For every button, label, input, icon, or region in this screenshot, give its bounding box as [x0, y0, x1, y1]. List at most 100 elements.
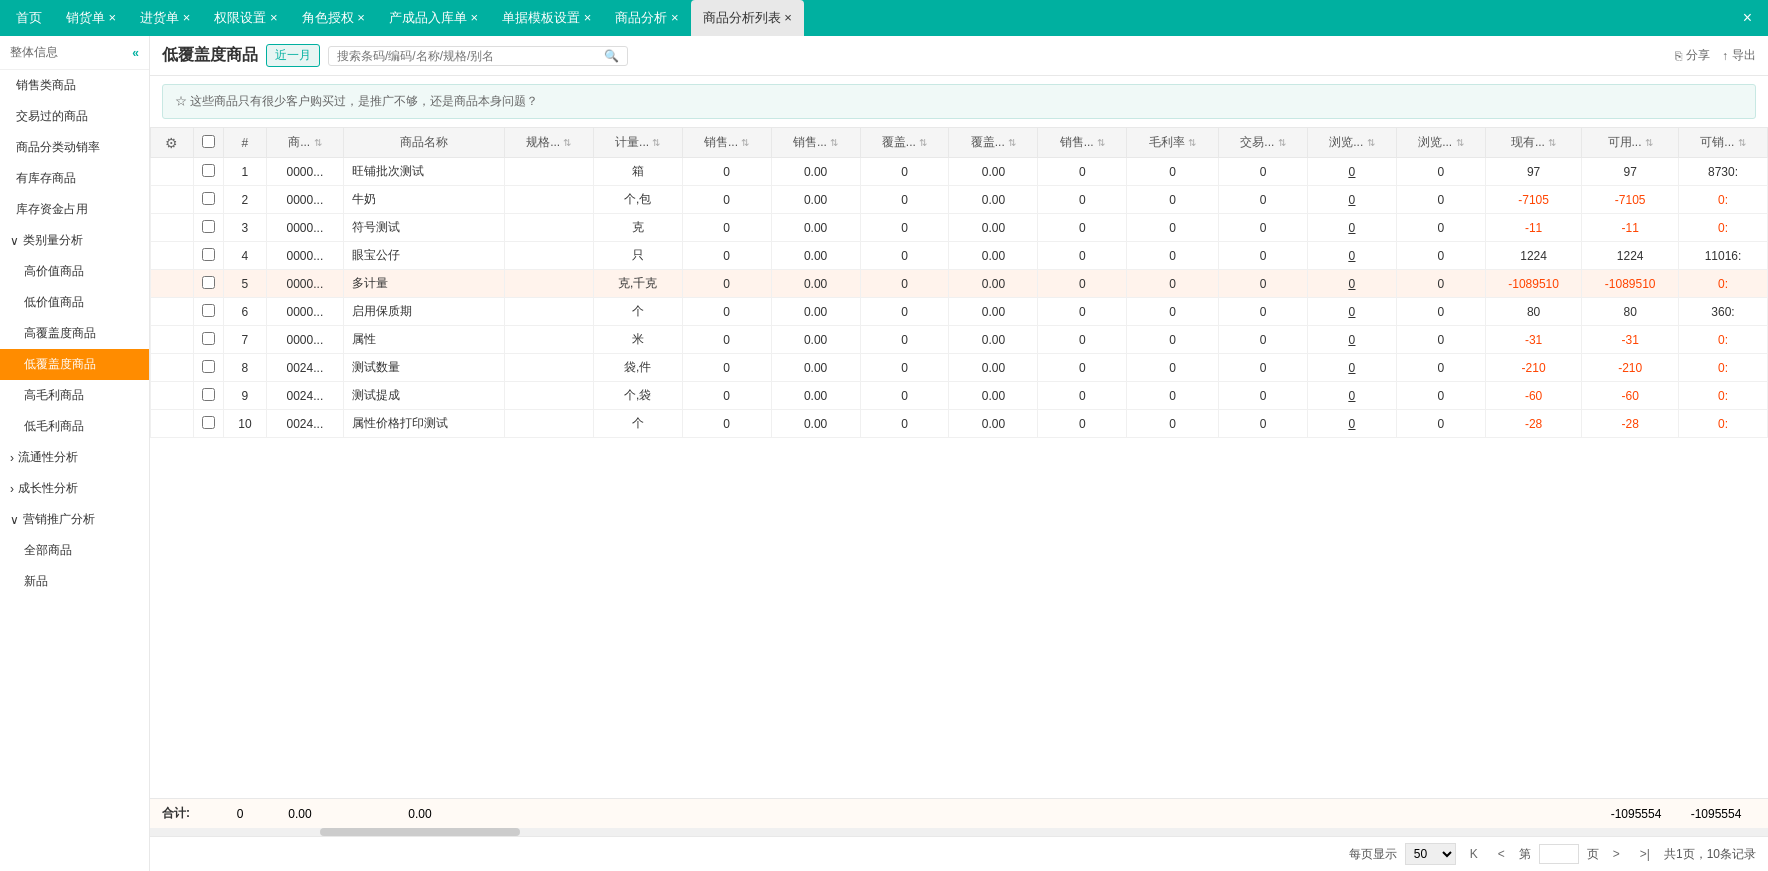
- sidebar-collapse-icon[interactable]: «: [132, 46, 139, 60]
- row-gear-2: [151, 214, 194, 242]
- th-spec[interactable]: 规格... ⇅: [504, 128, 593, 158]
- nav-home[interactable]: 首页: [4, 0, 54, 36]
- th-sales3[interactable]: 销售... ⇅: [1038, 128, 1127, 158]
- row-code-2: 0000...: [267, 214, 344, 242]
- search-input[interactable]: [337, 49, 604, 63]
- sidebar-group-marketing[interactable]: ∨ 营销推广分析: [0, 504, 149, 535]
- row-checkbox-2[interactable]: [193, 214, 223, 242]
- row-available-8: -60: [1582, 382, 1679, 410]
- row-checkbox-7[interactable]: [193, 354, 223, 382]
- row-unit-3: 只: [593, 242, 682, 270]
- row-checkbox-1[interactable]: [193, 186, 223, 214]
- th-unit[interactable]: 计量... ⇅: [593, 128, 682, 158]
- th-sales2[interactable]: 销售... ⇅: [771, 128, 860, 158]
- share-button[interactable]: ⎘ 分享: [1675, 47, 1710, 64]
- select-all-checkbox[interactable]: [202, 135, 215, 148]
- sidebar-item-high-coverage[interactable]: 高覆盖度商品: [0, 318, 149, 349]
- th-cover2[interactable]: 覆盖... ⇅: [949, 128, 1038, 158]
- row-check-3[interactable]: [202, 248, 215, 261]
- row-checkbox-0[interactable]: [193, 158, 223, 186]
- nav-analysis[interactable]: 商品分析 ×: [603, 0, 690, 36]
- prev-prev-button[interactable]: K: [1464, 845, 1484, 863]
- row-check-7[interactable]: [202, 360, 215, 373]
- sidebar-group-growth[interactable]: › 成长性分析: [0, 473, 149, 504]
- row-code-3: 0000...: [267, 242, 344, 270]
- row-check-4[interactable]: [202, 276, 215, 289]
- th-cover1[interactable]: 覆盖... ⇅: [860, 128, 949, 158]
- gear-icon[interactable]: ⚙: [165, 135, 178, 151]
- row-check-8[interactable]: [202, 388, 215, 401]
- row-check-5[interactable]: [202, 304, 215, 317]
- sidebar-item-all-goods[interactable]: 全部商品: [0, 535, 149, 566]
- nav-analysis-list[interactable]: 商品分析列表 ×: [691, 0, 804, 36]
- nav-template[interactable]: 单据模板设置 ×: [490, 0, 603, 36]
- sidebar-item-high-gross[interactable]: 高毛利商品: [0, 380, 149, 411]
- row-check-0[interactable]: [202, 164, 215, 177]
- sidebar-item-low-value[interactable]: 低价值商品: [0, 287, 149, 318]
- row-browse1-6[interactable]: 0: [1307, 326, 1396, 354]
- th-code[interactable]: 商... ⇅: [267, 128, 344, 158]
- prev-button[interactable]: <: [1492, 845, 1511, 863]
- th-sellable[interactable]: 可销... ⇅: [1678, 128, 1767, 158]
- nav-warehouse[interactable]: 产成品入库单 ×: [377, 0, 490, 36]
- row-browse1-8[interactable]: 0: [1307, 382, 1396, 410]
- sidebar-item-stocked-goods[interactable]: 有库存商品: [0, 163, 149, 194]
- sidebar-item-inventory-capital[interactable]: 库存资金占用: [0, 194, 149, 225]
- th-trans[interactable]: 交易... ⇅: [1219, 128, 1308, 158]
- row-browse1-2[interactable]: 0: [1307, 214, 1396, 242]
- sidebar-item-traded-goods[interactable]: 交易过的商品: [0, 101, 149, 132]
- nav-sales[interactable]: 销货单 ×: [54, 0, 128, 36]
- row-checkbox-9[interactable]: [193, 410, 223, 438]
- row-browse1-4[interactable]: 0: [1307, 270, 1396, 298]
- row-cover2-0: 0.00: [949, 158, 1038, 186]
- next-label: 页: [1587, 846, 1599, 863]
- sidebar-item-low-gross[interactable]: 低毛利商品: [0, 411, 149, 442]
- th-name[interactable]: 商品名称: [343, 128, 504, 158]
- time-filter-button[interactable]: 近一月: [266, 44, 320, 67]
- row-browse1-7[interactable]: 0: [1307, 354, 1396, 382]
- row-check-2[interactable]: [202, 220, 215, 233]
- row-checkbox-3[interactable]: [193, 242, 223, 270]
- row-browse1-9[interactable]: 0: [1307, 410, 1396, 438]
- nav-purchase[interactable]: 进货单 ×: [128, 0, 202, 36]
- th-browse1[interactable]: 浏览... ⇅: [1307, 128, 1396, 158]
- nav-permission[interactable]: 权限设置 ×: [202, 0, 289, 36]
- th-num[interactable]: #: [223, 128, 266, 158]
- next-next-button[interactable]: >|: [1634, 845, 1656, 863]
- row-check-1[interactable]: [202, 192, 215, 205]
- nav-close-button[interactable]: ×: [1731, 9, 1764, 27]
- sidebar-item-new-goods[interactable]: 新品: [0, 566, 149, 597]
- th-gross[interactable]: 毛利率 ⇅: [1127, 128, 1219, 158]
- scrollbar-thumb[interactable]: [320, 828, 520, 836]
- th-sales1[interactable]: 销售... ⇅: [682, 128, 771, 158]
- row-browse2-3: 0: [1396, 242, 1485, 270]
- th-current[interactable]: 现有... ⇅: [1485, 128, 1582, 158]
- row-checkbox-5[interactable]: [193, 298, 223, 326]
- sidebar-group-flow[interactable]: › 流通性分析: [0, 442, 149, 473]
- row-check-9[interactable]: [202, 416, 215, 429]
- row-check-6[interactable]: [202, 332, 215, 345]
- row-browse1-3[interactable]: 0: [1307, 242, 1396, 270]
- nav-role[interactable]: 角色授权 ×: [290, 0, 377, 36]
- row-checkbox-8[interactable]: [193, 382, 223, 410]
- row-checkbox-6[interactable]: [193, 326, 223, 354]
- row-browse1-1[interactable]: 0: [1307, 186, 1396, 214]
- th-browse2[interactable]: 浏览... ⇅: [1396, 128, 1485, 158]
- row-browse1-5[interactable]: 0: [1307, 298, 1396, 326]
- per-page-select[interactable]: 50 100 200: [1405, 843, 1456, 865]
- next-button[interactable]: >: [1607, 845, 1626, 863]
- sidebar-group-category[interactable]: ∨ 类别量分析: [0, 225, 149, 256]
- row-cover1-6: 0: [860, 326, 949, 354]
- row-checkbox-4[interactable]: [193, 270, 223, 298]
- th-gear[interactable]: ⚙: [151, 128, 194, 158]
- row-browse1-0[interactable]: 0: [1307, 158, 1396, 186]
- sidebar-item-low-coverage[interactable]: 低覆盖度商品: [0, 349, 149, 380]
- sidebar-item-high-value[interactable]: 高价值商品: [0, 256, 149, 287]
- sidebar-item-category-rate[interactable]: 商品分类动销率: [0, 132, 149, 163]
- row-num-5: 6: [223, 298, 266, 326]
- export-button[interactable]: ↑ 导出: [1722, 47, 1756, 64]
- search-box[interactable]: 🔍: [328, 46, 628, 66]
- th-available[interactable]: 可用... ⇅: [1582, 128, 1679, 158]
- page-input[interactable]: 1: [1539, 844, 1579, 864]
- sidebar-item-sales-goods[interactable]: 销售类商品: [0, 70, 149, 101]
